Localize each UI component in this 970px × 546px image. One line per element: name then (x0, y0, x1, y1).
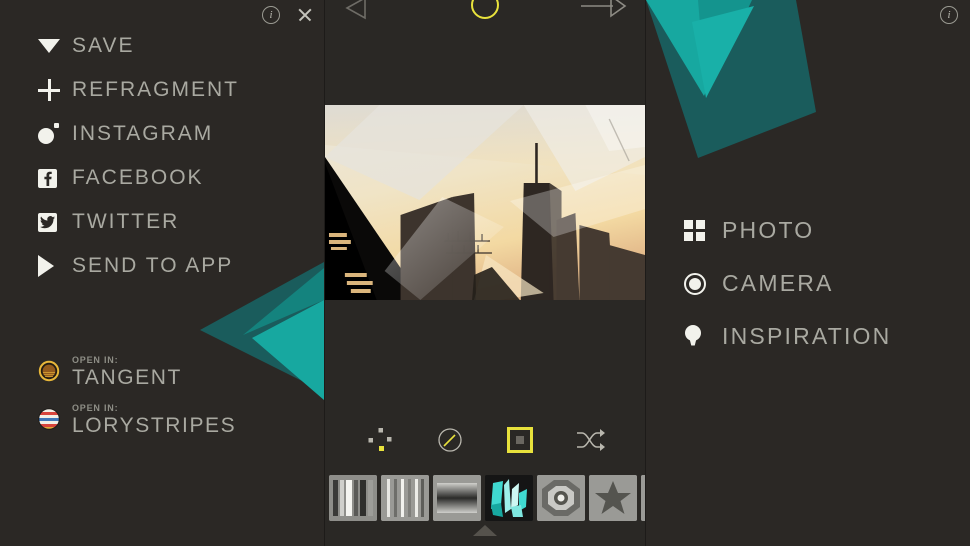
open-in-lorystripes[interactable]: OPEN IN: LORYSTRIPES (0, 388, 324, 437)
filter-star[interactable] (589, 475, 637, 521)
filter-gradient[interactable] (433, 475, 481, 521)
menu-item-save[interactable]: SAVE (0, 24, 324, 68)
right-top-icons: i (940, 6, 958, 24)
filter-stripes[interactable] (381, 475, 429, 521)
menu-item-label: TWITTER (72, 210, 180, 233)
menu-item-label: SAVE (72, 34, 135, 57)
menu-item-photo[interactable]: PHOTO (646, 204, 968, 257)
info-icon[interactable]: i (940, 6, 958, 24)
app-root: i SAVE REFRAGMENT INSTAGRAM FACEBOOK TWI… (0, 0, 970, 546)
triangle-down-icon (38, 39, 72, 53)
open-in-tangent[interactable]: OPEN IN: TANGENT (0, 340, 324, 389)
lightbulb-icon (684, 324, 722, 349)
left-top-icons: i (262, 6, 314, 24)
share-panel: i SAVE REFRAGMENT INSTAGRAM FACEBOOK TWI… (0, 0, 324, 546)
facebook-icon (38, 168, 72, 188)
forward-arrow-icon[interactable] (581, 0, 627, 23)
filter-fragment-teal[interactable] (485, 475, 533, 521)
menu-item-refragment[interactable]: REFRAGMENT (0, 68, 324, 112)
menu-item-facebook[interactable]: FACEBOOK (0, 156, 324, 200)
source-menu: PHOTO CAMERA INSPIRATION (646, 204, 968, 363)
record-ring-icon[interactable] (471, 0, 499, 19)
filter-octagon-target[interactable] (537, 475, 585, 521)
source-panel: i PHOTO CAMERA INSPIRATION (646, 0, 968, 546)
menu-item-label: REFRAGMENT (72, 78, 239, 101)
menu-item-label: CAMERA (722, 270, 834, 296)
instagram-icon (38, 123, 72, 145)
play-triangle-icon (38, 255, 72, 277)
open-in-kicker: OPEN IN: (72, 403, 119, 413)
open-in-label: LORYSTRIPES (72, 414, 237, 437)
menu-item-label: PHOTO (722, 217, 815, 243)
frame-square-tool[interactable] (505, 425, 535, 455)
editor-panel (324, 0, 646, 546)
filter-filmstrip[interactable] (325, 474, 645, 522)
shuffle-tool[interactable] (575, 425, 605, 455)
share-menu: SAVE REFRAGMENT INSTAGRAM FACEBOOK TWITT… (0, 24, 324, 288)
info-icon[interactable]: i (262, 6, 280, 24)
camera-ring-icon (684, 272, 722, 295)
scatter-points-tool[interactable] (365, 425, 395, 455)
menu-item-label: FACEBOOK (72, 166, 204, 189)
menu-item-send-to-app[interactable]: SEND TO APP (0, 244, 324, 288)
editor-top-bar (325, 0, 645, 22)
expand-up-chevron[interactable] (471, 523, 499, 542)
open-in-kicker: OPEN IN: (72, 355, 119, 365)
menu-item-inspiration[interactable]: INSPIRATION (646, 310, 968, 363)
open-in-list: OPEN IN: TANGENT OPEN IN: LORYSTRIPES (0, 340, 324, 437)
filter-vertical-bars[interactable] (329, 475, 377, 521)
menu-item-label: INSPIRATION (722, 323, 892, 349)
grid-squares-icon (684, 220, 722, 241)
menu-item-label: SEND TO APP (72, 254, 234, 277)
menu-item-camera[interactable]: CAMERA (646, 257, 968, 310)
tangent-app-icon (38, 360, 72, 382)
twitter-icon (38, 212, 72, 232)
photo-preview[interactable] (325, 105, 645, 300)
close-icon[interactable] (296, 6, 314, 24)
undo-triangle-icon[interactable] (345, 0, 367, 25)
menu-item-instagram[interactable]: INSTAGRAM (0, 112, 324, 156)
gauge-dial-tool[interactable] (435, 425, 465, 455)
menu-item-twitter[interactable]: TWITTER (0, 200, 324, 244)
lorystripes-app-icon (38, 408, 72, 430)
editor-tools (325, 424, 645, 456)
plus-icon (38, 79, 72, 101)
menu-item-label: INSTAGRAM (72, 122, 214, 145)
open-in-label: TANGENT (72, 366, 182, 389)
